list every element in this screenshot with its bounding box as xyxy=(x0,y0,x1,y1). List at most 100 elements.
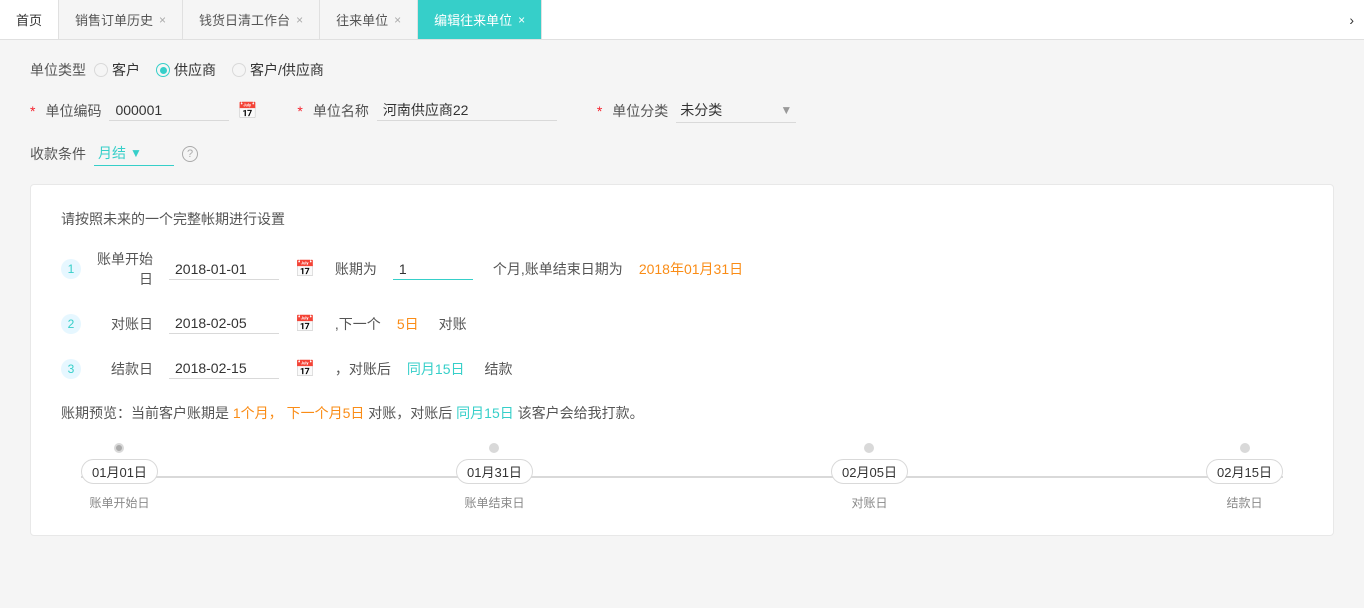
timeline-node-reconcile: 02月05日 对账日 xyxy=(831,443,908,511)
payment-condition-value: 月结 xyxy=(98,143,126,163)
required-star-3: * xyxy=(597,103,602,119)
close-icon[interactable]: × xyxy=(159,13,166,27)
tab-edit-partner[interactable]: 编辑往来单位 × xyxy=(418,0,542,39)
unit-category-value: 未分类 xyxy=(680,100,776,120)
preview-text: 账期预览：当前客户账期是 1个月， 下一个月5日 对账，对账后 同月15日 该客… xyxy=(61,403,1303,423)
preview-part2: 下一个月5日 xyxy=(287,405,365,421)
payment-condition-label: 收款条件 xyxy=(30,144,86,164)
timeline-node-payment: 02月15日 结款日 xyxy=(1206,443,1283,511)
period-end-date: 2018年01月31日 xyxy=(639,259,743,279)
radio-circle-supplier xyxy=(156,63,170,77)
preview-part1: 1个月， xyxy=(233,405,283,421)
settings-card: 请按照未来的一个完整帐期进行设置 1 账单开始日 📅 账期为 个月,账单结束日期… xyxy=(30,184,1334,536)
step-period-suffix: 个月,账单结束日期为 xyxy=(493,259,623,279)
payment-condition-row: 收款条件 月结 ▼ ? xyxy=(30,141,1334,166)
preview-mid: 对账，对账后 xyxy=(368,405,452,421)
unit-info-row: * 单位编码 📅 * 单位名称 * 单位分类 未分类 ▼ xyxy=(30,98,1334,123)
radio-label-customer: 客户 xyxy=(112,60,140,80)
chevron-down-icon: ▼ xyxy=(780,103,792,117)
tab-cash-work[interactable]: 钱货日清工作台 × xyxy=(183,0,320,39)
step-suffix-3-post: 结款 xyxy=(485,359,513,379)
radio-both[interactable]: 客户/供应商 xyxy=(232,60,324,80)
card-description: 请按照未来的一个完整帐期进行设置 xyxy=(61,209,1303,229)
timeline-node-end: 01月31日 账单结束日 xyxy=(456,443,533,511)
unit-category-field: * 单位分类 未分类 ▼ xyxy=(597,98,796,123)
step-row-1: 1 账单开始日 📅 账期为 个月,账单结束日期为 2018年01月31日 xyxy=(61,249,1303,289)
close-icon[interactable]: × xyxy=(518,13,525,27)
radio-supplier[interactable]: 供应商 xyxy=(156,60,216,80)
step-suffix-2-highlight: 5日 xyxy=(397,314,419,334)
tab-partners[interactable]: 往来单位 × xyxy=(320,0,418,39)
step-label-2: 对账日 xyxy=(97,314,153,334)
required-star-2: * xyxy=(297,103,302,119)
timeline-badge-3: 02月05日 xyxy=(831,459,908,484)
tab-home[interactable]: 首页 xyxy=(0,0,59,39)
chevron-down-icon-2: ▼ xyxy=(130,146,142,160)
tab-bar: 首页 销售订单历史 × 钱货日清工作台 × 往来单位 × 编辑往来单位 × › xyxy=(0,0,1364,40)
step-date-input-1[interactable] xyxy=(169,259,279,280)
unit-name-input[interactable] xyxy=(377,100,557,121)
step-label-1: 账单开始日 xyxy=(97,249,153,289)
step-date-input-2[interactable] xyxy=(169,313,279,334)
timeline-badge-1: 01月01日 xyxy=(81,459,158,484)
radio-label-supplier: 供应商 xyxy=(174,60,216,80)
required-star: * xyxy=(30,103,35,119)
payment-condition-field: 收款条件 月结 ▼ ? xyxy=(30,141,198,166)
step-label-3: 结款日 xyxy=(97,359,153,379)
preview-section: 账期预览：当前客户账期是 1个月， 下一个月5日 对账，对账后 同月15日 该客… xyxy=(61,403,1303,511)
timeline-label-3: 对账日 xyxy=(851,494,887,511)
step-row-3: 3 结款日 📅 ，对账后 同月15日 结款 xyxy=(61,358,1303,379)
calendar-icon-3[interactable]: 📅 xyxy=(295,359,315,379)
chevron-right-icon: › xyxy=(1349,12,1354,28)
timeline-dot-4 xyxy=(1240,443,1250,453)
timeline-dot-3 xyxy=(864,443,874,453)
calendar-icon-1[interactable]: 📅 xyxy=(295,259,315,279)
unit-code-input[interactable] xyxy=(109,100,229,121)
step-suffix-3-highlight: 同月15日 xyxy=(407,359,465,379)
step-num-3: 3 xyxy=(61,359,81,379)
timeline-dot-2 xyxy=(489,443,499,453)
tab-sales-history[interactable]: 销售订单历史 × xyxy=(59,0,183,39)
unit-name-label: 单位名称 xyxy=(313,101,369,121)
step-suffix-3-pre: ，对账后 xyxy=(335,359,391,379)
step-num-2: 2 xyxy=(61,314,81,334)
radio-group: 客户 供应商 客户/供应商 xyxy=(94,60,324,80)
main-content: 单位类型 客户 供应商 客户/供应商 * 单位编码 xyxy=(0,40,1364,608)
unit-type-label: 单位类型 xyxy=(30,60,86,80)
radio-customer[interactable]: 客户 xyxy=(94,60,140,80)
help-icon[interactable]: ? xyxy=(182,146,198,162)
step-period-prefix: 账期为 xyxy=(335,259,377,279)
timeline-label-1: 账单开始日 xyxy=(89,494,149,511)
timeline-node-start: 01月01日 账单开始日 xyxy=(81,443,158,511)
preview-label: 账期预览：当前客户账期是 xyxy=(61,405,229,421)
step-row-2: 2 对账日 📅 ,下一个 5日 对账 xyxy=(61,313,1303,334)
unit-type-row: 单位类型 客户 供应商 客户/供应商 xyxy=(30,60,1334,80)
step-suffix-2-post: 对账 xyxy=(439,314,467,334)
step-period-input[interactable] xyxy=(393,259,473,280)
preview-end: 该客户会给我打款。 xyxy=(518,405,644,421)
calendar-icon-2[interactable]: 📅 xyxy=(295,314,315,334)
timeline-dot-start xyxy=(114,443,124,453)
timeline-badge-2: 01月31日 xyxy=(456,459,533,484)
preview-part3: 同月15日 xyxy=(456,405,514,421)
unit-category-select[interactable]: 未分类 ▼ xyxy=(676,98,796,123)
step-suffix-2-pre: ,下一个 xyxy=(335,314,381,334)
radio-label-both: 客户/供应商 xyxy=(250,60,324,80)
unit-category-label: 单位分类 xyxy=(612,101,668,121)
close-icon[interactable]: × xyxy=(296,13,303,27)
timeline-badge-4: 02月15日 xyxy=(1206,459,1283,484)
timeline-label-4: 结款日 xyxy=(1227,494,1263,511)
calendar-icon[interactable]: 📅 xyxy=(237,101,257,121)
unit-code-label: 单位编码 xyxy=(45,101,101,121)
step-date-input-3[interactable] xyxy=(169,358,279,379)
tab-more[interactable]: › xyxy=(1339,0,1364,39)
timeline-label-2: 账单结束日 xyxy=(464,494,524,511)
unit-name-field: * 单位名称 xyxy=(297,100,556,121)
unit-type-field: 单位类型 客户 供应商 客户/供应商 xyxy=(30,60,324,80)
close-icon[interactable]: × xyxy=(394,13,401,27)
unit-code-field: * 单位编码 📅 xyxy=(30,100,257,121)
timeline: 01月01日 账单开始日 01月31日 账单结束日 02月05日 对账日 xyxy=(61,443,1303,511)
payment-condition-select[interactable]: 月结 ▼ xyxy=(94,141,174,166)
radio-circle-both xyxy=(232,63,246,77)
timeline-nodes: 01月01日 账单开始日 01月31日 账单结束日 02月05日 对账日 xyxy=(81,443,1283,511)
